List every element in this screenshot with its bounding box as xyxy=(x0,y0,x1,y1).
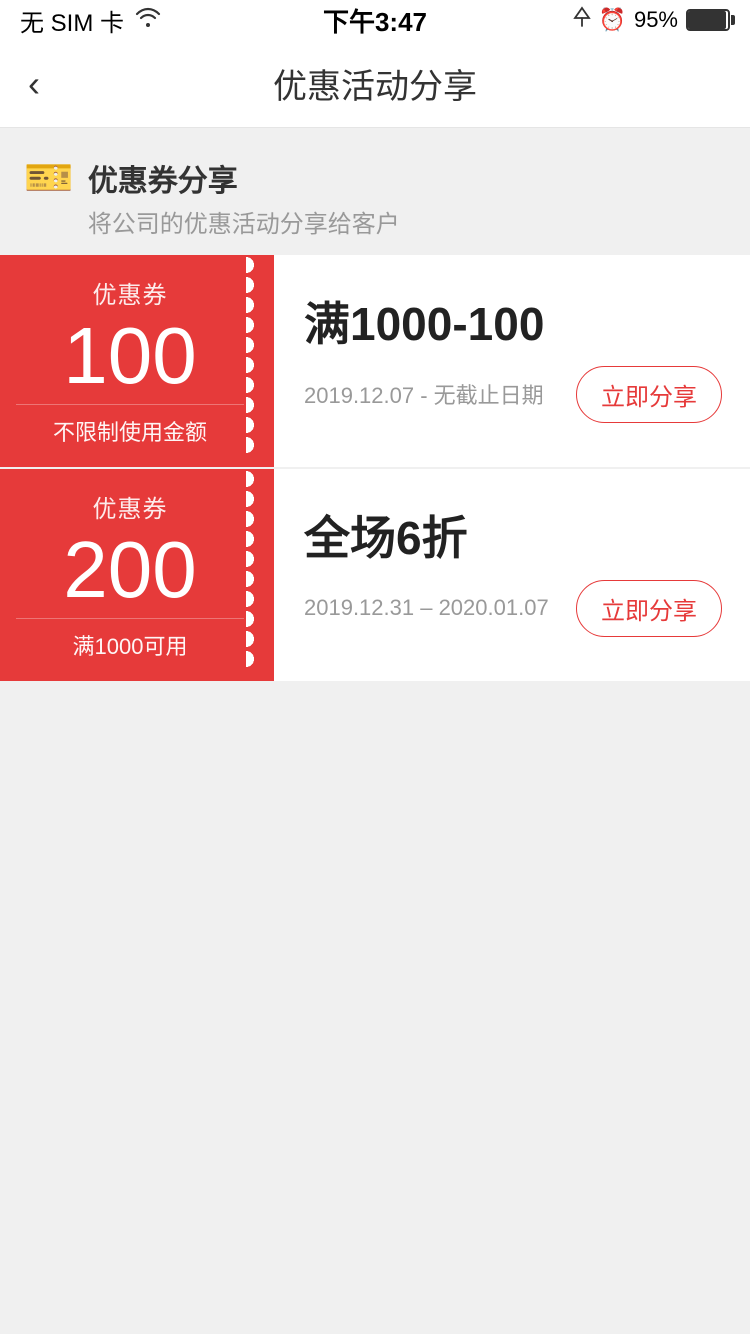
coupon-amount-2: 200 xyxy=(63,530,196,610)
coupon-condition-1: 不限制使用金额 xyxy=(53,415,207,447)
coupon-date-1: 2019.12.07 - 无截止日期 xyxy=(304,378,564,410)
share-button-2[interactable]: 立即分享 xyxy=(576,580,722,637)
status-left: 无 SIM 卡 xyxy=(20,3,162,38)
empty-area xyxy=(0,703,750,1263)
coupon-condition-2: 满1000可用 xyxy=(73,629,188,661)
coupon-name-1: 满1000-100 xyxy=(304,299,722,350)
coupon-meta-1: 2019.12.07 - 无截止日期 立即分享 xyxy=(304,366,722,423)
location-icon xyxy=(573,6,591,34)
section-subtitle: 将公司的优惠活动分享给客户 xyxy=(88,204,400,239)
nav-bar: ‹ 优惠活动分享 xyxy=(0,40,750,128)
coupon-list: 优惠券 100 不限制使用金额 满1000-100 2019.12.07 - 无… xyxy=(0,255,750,703)
coupon-divider-1 xyxy=(16,404,244,405)
coupon-section-icon: 🎫 xyxy=(24,158,74,198)
section-title: 优惠券分享 xyxy=(88,156,400,200)
coupon-card-1: 优惠券 100 不限制使用金额 满1000-100 2019.12.07 - 无… xyxy=(0,255,750,467)
coupon-label-2: 优惠券 xyxy=(93,489,168,524)
coupon-left-1: 优惠券 100 不限制使用金额 xyxy=(0,255,260,467)
coupon-divider-2 xyxy=(16,618,244,619)
status-bar: 无 SIM 卡 下午3:47 ⏰ 95% xyxy=(0,0,750,40)
coupon-amount-1: 100 xyxy=(63,316,196,396)
share-button-1[interactable]: 立即分享 xyxy=(576,366,722,423)
status-time: 下午3:47 xyxy=(323,2,427,39)
battery-fill xyxy=(688,11,726,29)
coupon-right-2: 全场6折 2019.12.31 – 2020.01.07 立即分享 xyxy=(260,469,750,681)
section-text: 优惠券分享 将公司的优惠活动分享给客户 xyxy=(88,156,400,239)
coupon-label-1: 优惠券 xyxy=(93,275,168,310)
coupon-left-2: 优惠券 200 满1000可用 xyxy=(0,469,260,681)
status-right: ⏰ 95% xyxy=(573,6,730,34)
battery-icon xyxy=(686,9,730,31)
alarm-icon: ⏰ xyxy=(599,7,626,33)
coupon-card-2: 优惠券 200 满1000可用 全场6折 2019.12.31 – 2020.0… xyxy=(0,469,750,681)
page-title: 优惠活动分享 xyxy=(273,59,477,108)
carrier-text: 无 SIM 卡 xyxy=(20,3,124,38)
wifi-icon xyxy=(134,6,162,35)
battery-text: 95% xyxy=(634,7,678,33)
coupon-name-2: 全场6折 xyxy=(304,513,722,564)
section-header: 🎫 优惠券分享 将公司的优惠活动分享给客户 xyxy=(0,128,750,255)
coupon-date-2: 2019.12.31 – 2020.01.07 xyxy=(304,595,564,621)
coupon-meta-2: 2019.12.31 – 2020.01.07 立即分享 xyxy=(304,580,722,637)
back-button[interactable]: ‹ xyxy=(28,66,40,102)
coupon-right-1: 满1000-100 2019.12.07 - 无截止日期 立即分享 xyxy=(260,255,750,467)
